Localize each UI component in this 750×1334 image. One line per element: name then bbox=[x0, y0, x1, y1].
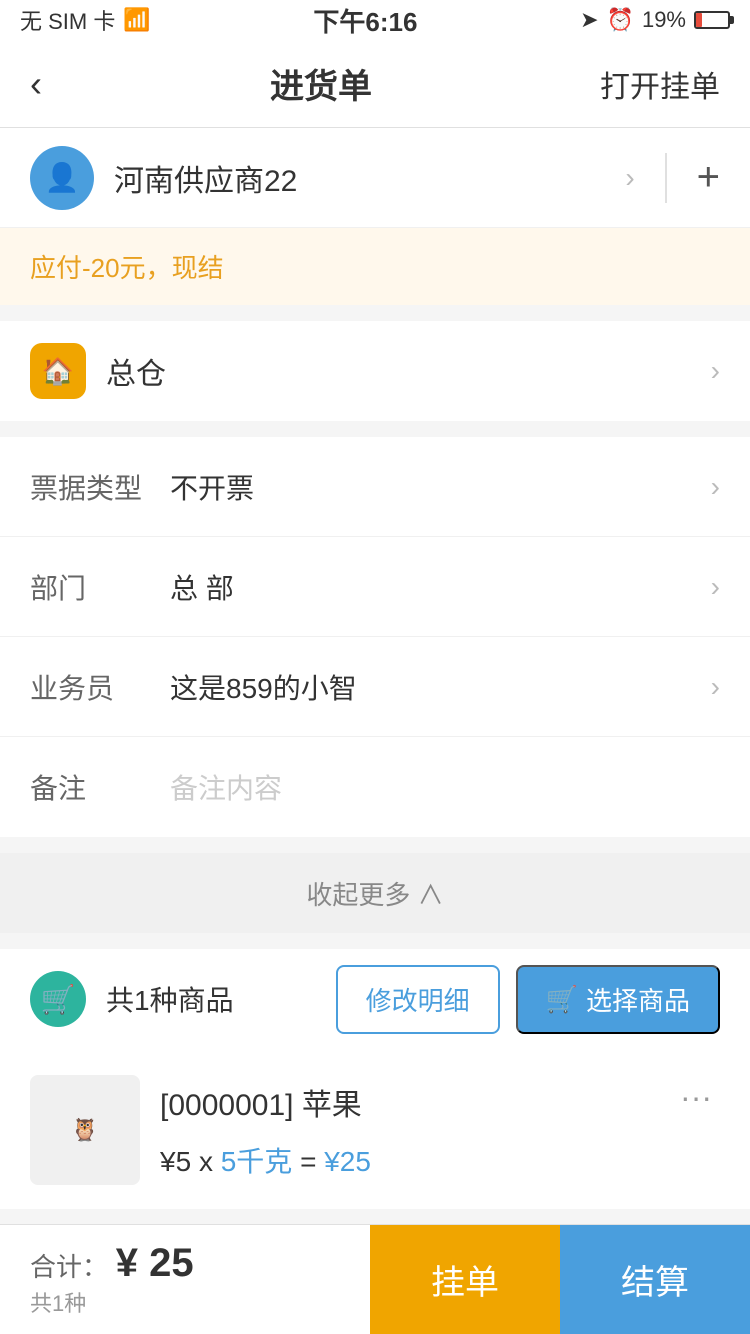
product-name: [0000001] 苹果 bbox=[160, 1080, 652, 1124]
product-more-button[interactable]: ··· bbox=[672, 1075, 720, 1120]
product-item: 🦉 [0000001] 苹果 ¥5 x 5千克 = ¥25 ··· bbox=[0, 1051, 750, 1209]
warehouse-arrow-icon: › bbox=[711, 355, 720, 387]
product-quantity: 5千克 bbox=[221, 1146, 293, 1177]
supplier-divider bbox=[665, 153, 667, 203]
add-supplier-button[interactable]: + bbox=[697, 155, 720, 200]
avatar-icon: 👤 bbox=[45, 161, 80, 194]
back-button[interactable]: ‹ bbox=[30, 63, 42, 105]
warehouse-icon: 🏠 bbox=[30, 343, 86, 399]
product-id: [0000001] bbox=[160, 1089, 293, 1122]
wifi-icon: 📶 bbox=[123, 7, 150, 33]
products-header: 🛒 共1种商品 修改明细 🛒 选择商品 bbox=[0, 949, 750, 1049]
page-title: 进货单 bbox=[270, 59, 372, 108]
salesperson-arrow-icon: › bbox=[711, 671, 720, 703]
product-total: ¥25 bbox=[324, 1146, 371, 1177]
product-title: 苹果 bbox=[302, 1089, 362, 1122]
salesperson-label: 业务员 bbox=[30, 667, 170, 707]
status-right: ➤ ⏰ 19% bbox=[580, 7, 730, 33]
cart-icon: 🛒 bbox=[41, 983, 76, 1016]
location-icon: ➤ bbox=[580, 7, 598, 33]
ticket-type-label: 票据类型 bbox=[30, 467, 170, 507]
remark-label: 备注 bbox=[30, 767, 170, 807]
remark-input[interactable]: 备注内容 bbox=[170, 767, 720, 807]
products-section: 🛒 共1种商品 修改明细 🛒 选择商品 🦉 [0000001] 苹果 ¥5 bbox=[0, 949, 750, 1209]
product-price: ¥5 x 5千克 = ¥25 bbox=[160, 1140, 652, 1180]
select-product-button[interactable]: 🛒 选择商品 bbox=[516, 965, 720, 1034]
warehouse-name: 总仓 bbox=[106, 349, 711, 393]
battery-percent: 19% bbox=[642, 7, 686, 33]
open-hang-button[interactable]: 打开挂单 bbox=[600, 62, 720, 106]
select-product-label: 选择商品 bbox=[586, 981, 690, 1018]
hang-button[interactable]: 挂单 bbox=[370, 1225, 560, 1334]
ticket-type-row[interactable]: 票据类型 不开票 › bbox=[0, 437, 750, 537]
bottom-bar: 合计： ¥ 25 共1种 挂单 结算 bbox=[0, 1224, 750, 1334]
supplier-name: 河南供应商22 bbox=[114, 156, 625, 200]
price-multiply: x bbox=[199, 1146, 221, 1177]
total-label: 合计： bbox=[30, 1252, 108, 1282]
supplier-section: 👤 河南供应商22 › + 应付-20元，现结 bbox=[0, 128, 750, 305]
salesperson-row[interactable]: 业务员 这是859的小智 › bbox=[0, 637, 750, 737]
checkout-button[interactable]: 结算 bbox=[560, 1225, 750, 1334]
product-thumbnail: 🦉 bbox=[30, 1075, 140, 1185]
department-label: 部门 bbox=[30, 567, 170, 607]
alarm-icon: ⏰ bbox=[607, 7, 634, 33]
ticket-type-arrow-icon: › bbox=[711, 471, 720, 503]
total-count: 共1种 bbox=[30, 1286, 340, 1318]
products-icon: 🛒 bbox=[30, 971, 86, 1027]
warehouse-section: 🏠 总仓 › bbox=[0, 321, 750, 421]
department-row[interactable]: 部门 总 部 › bbox=[0, 537, 750, 637]
payment-info: 应付-20元，现结 bbox=[0, 228, 750, 305]
collapse-bar[interactable]: 收起更多 ∧ bbox=[0, 853, 750, 933]
form-section: 票据类型 不开票 › 部门 总 部 › 业务员 这是859的小智 › 备注 备注… bbox=[0, 437, 750, 837]
status-time: 下午6:16 bbox=[313, 2, 417, 39]
warehouse-row[interactable]: 🏠 总仓 › bbox=[0, 321, 750, 421]
department-arrow-icon: › bbox=[711, 571, 720, 603]
carrier-label: 无 SIM 卡 bbox=[20, 4, 115, 36]
supplier-row[interactable]: 👤 河南供应商22 › + bbox=[0, 128, 750, 228]
modify-detail-button[interactable]: 修改明细 bbox=[336, 965, 500, 1034]
product-details: [0000001] 苹果 ¥5 x 5千克 = ¥25 bbox=[160, 1080, 652, 1180]
total-amount: ¥ 25 bbox=[116, 1241, 194, 1285]
status-bar: 无 SIM 卡 📶 下午6:16 ➤ ⏰ 19% bbox=[0, 0, 750, 40]
remark-row[interactable]: 备注 备注内容 bbox=[0, 737, 750, 837]
products-count: 共1种商品 bbox=[106, 979, 336, 1019]
main-content: 👤 河南供应商22 › + 应付-20元，现结 🏠 总仓 › 票据类型 不开票 … bbox=[0, 128, 750, 1319]
department-value: 总 部 bbox=[170, 567, 711, 607]
total-row: 合计： ¥ 25 bbox=[30, 1241, 340, 1286]
salesperson-value: 这是859的小智 bbox=[170, 667, 711, 707]
product-thumb-icon: 🦉 bbox=[71, 1117, 98, 1143]
select-product-icon: 🛒 bbox=[546, 984, 578, 1015]
battery-icon bbox=[694, 11, 730, 29]
total-section: 合计： ¥ 25 共1种 bbox=[0, 1241, 370, 1318]
nav-bar: ‹ 进货单 打开挂单 bbox=[0, 40, 750, 128]
price-equals: = bbox=[300, 1146, 324, 1177]
ticket-type-value: 不开票 bbox=[170, 467, 711, 507]
price-value: ¥5 bbox=[160, 1146, 191, 1177]
supplier-avatar: 👤 bbox=[30, 146, 94, 210]
supplier-arrow-icon: › bbox=[625, 162, 634, 194]
status-left: 无 SIM 卡 📶 bbox=[20, 4, 151, 36]
